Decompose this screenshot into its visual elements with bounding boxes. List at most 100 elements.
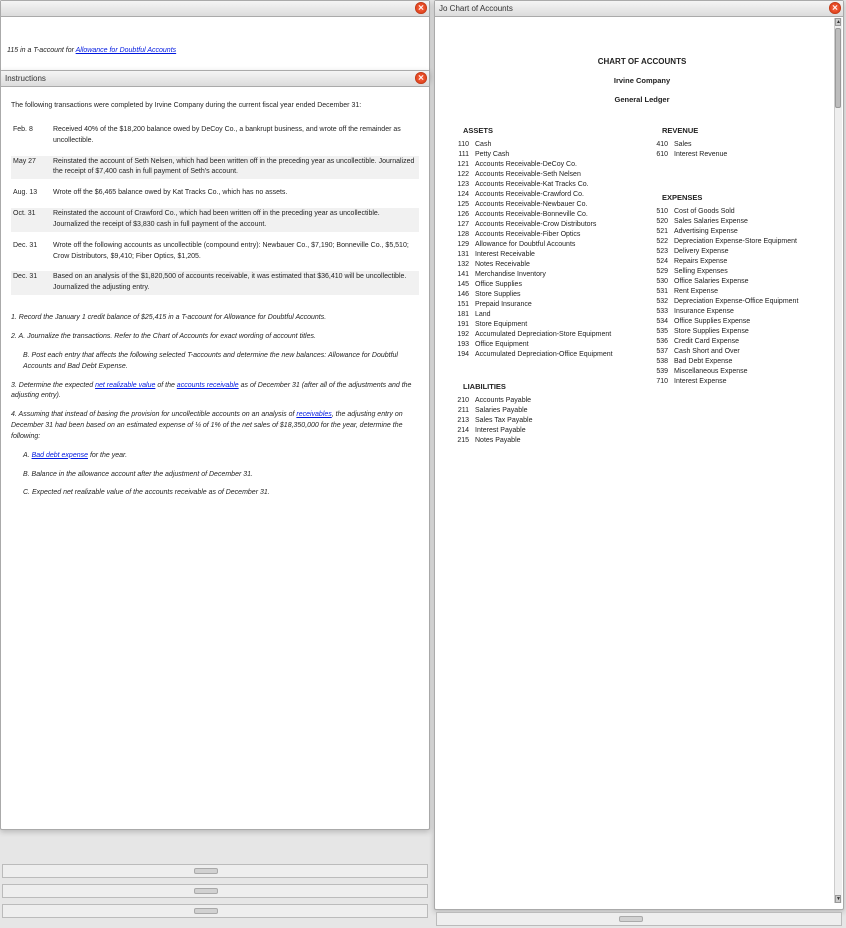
account-row: 524Repairs Expense xyxy=(650,258,833,265)
account-number: 122 xyxy=(451,171,469,178)
account-name: Miscellaneous Expense xyxy=(674,368,833,375)
account-row: 151 Prepaid Insurance xyxy=(451,301,634,308)
vertical-scrollbar[interactable]: ▲ ▼ xyxy=(834,18,842,903)
account-row: 132Notes Receivable xyxy=(451,261,634,268)
h-scroll-handle[interactable] xyxy=(194,908,218,914)
coa-left-col: ASSETS 110Cash111Petty Cash121Accounts R… xyxy=(451,122,634,447)
scroll-up-icon[interactable]: ▲ xyxy=(835,18,841,26)
liabilities-heading: LIABILITIES xyxy=(463,382,634,391)
h-scrollbar[interactable] xyxy=(2,904,428,918)
account-name: Sales Salaries Expense xyxy=(674,218,833,225)
account-row: 539Miscellaneous Expense xyxy=(650,368,833,375)
bad-debt-link[interactable]: Bad debt expense xyxy=(32,452,88,459)
account-number: 127 xyxy=(451,221,469,228)
account-number: 131 xyxy=(451,251,469,258)
account-name: Accounts Receivable-Kat Tracks Co. xyxy=(475,181,634,188)
account-number: 211 xyxy=(451,407,469,414)
account-name: Petty Cash xyxy=(475,151,634,158)
account-name: Prepaid Insurance xyxy=(475,301,634,308)
account-name: Merchandise Inventory xyxy=(475,271,634,278)
transaction-text: Reinstated the account of Crawford Co., … xyxy=(51,208,419,232)
account-name: Interest Expense xyxy=(674,378,833,385)
instructions-title: Instructions xyxy=(5,74,46,83)
instructions-intro: The following transactions were complete… xyxy=(11,101,419,112)
account-number: 536 xyxy=(650,338,668,345)
account-name: Accounts Payable xyxy=(475,397,634,404)
task-4c: C. Expected net realizable value of the … xyxy=(23,488,419,499)
account-number: 213 xyxy=(451,417,469,424)
transaction-date: Feb. 8 xyxy=(11,124,51,148)
account-name: Notes Payable xyxy=(475,437,634,444)
coa-header: Jo Chart of Accounts xyxy=(435,1,843,17)
account-number: 214 xyxy=(451,427,469,434)
coa-columns: ASSETS 110Cash111Petty Cash121Accounts R… xyxy=(451,122,833,447)
scroll-thumb[interactable] xyxy=(835,28,841,108)
account-name: Bad Debt Expense xyxy=(674,358,833,365)
account-row: 521Advertising Expense xyxy=(650,228,833,235)
account-number: 132 xyxy=(451,261,469,268)
h-scrollbar[interactable] xyxy=(2,864,428,878)
account-number: 193 xyxy=(451,341,469,348)
account-row: 529 Selling Expenses xyxy=(650,268,833,275)
account-number: 146 xyxy=(451,291,469,298)
account-row: 110Cash xyxy=(451,141,634,148)
h-scroll-handle[interactable] xyxy=(619,916,643,922)
account-number: 521 xyxy=(650,228,668,235)
account-row: 121Accounts Receivable-DeCoy Co. xyxy=(451,161,634,168)
account-name: Office Supplies Expense xyxy=(674,318,833,325)
account-number: 141 xyxy=(451,271,469,278)
account-number: 126 xyxy=(451,211,469,218)
account-row: 510Cost of Goods Sold xyxy=(650,208,833,215)
account-number: 151 xyxy=(451,301,469,308)
h-scroll-handle[interactable] xyxy=(194,888,218,894)
t4a-pre: A. xyxy=(23,452,32,459)
account-number: 124 xyxy=(451,191,469,198)
task-4b: B. Balance in the allowance account afte… xyxy=(23,470,419,481)
task-2a: 2. A. Journalize the transactions. Refer… xyxy=(11,332,419,343)
transaction-row: Oct. 31Reinstated the account of Crawfor… xyxy=(11,208,419,232)
close-icon[interactable] xyxy=(829,2,841,14)
account-name: Depreciation Expense-Office Equipment xyxy=(674,298,833,305)
transaction-text: Reinstated the account of Seth Nelsen, w… xyxy=(51,156,419,180)
expenses-heading: EXPENSES xyxy=(662,193,833,202)
account-name: Depreciation Expense-Store Equipment xyxy=(674,238,833,245)
transaction-row: Dec. 31Wrote off the following accounts … xyxy=(11,240,419,264)
account-row: 141 Merchandise Inventory xyxy=(451,271,634,278)
account-number: 129 xyxy=(451,241,469,248)
account-row: 211Salaries Payable xyxy=(451,407,634,414)
t3-pre: 3. Determine the expected xyxy=(11,382,95,389)
account-row: 535Store Supplies Expense xyxy=(650,328,833,335)
h-scrollbar[interactable] xyxy=(436,912,842,926)
close-icon[interactable] xyxy=(415,2,427,14)
account-row: 522Depreciation Expense-Store Equipment xyxy=(650,238,833,245)
account-name: Store Supplies xyxy=(475,291,634,298)
transaction-date: Dec. 31 xyxy=(11,240,51,264)
ar-link[interactable]: accounts receivable xyxy=(177,382,239,389)
tasks: 1. Record the January 1 credit balance o… xyxy=(11,313,419,499)
close-icon[interactable] xyxy=(415,72,427,84)
h-scrollbar[interactable] xyxy=(2,884,428,898)
revenue-list: 410Sales610Interest Revenue xyxy=(650,141,833,158)
account-number: 529 xyxy=(650,268,668,275)
chart-of-accounts-panel: Jo Chart of Accounts CHART OF ACCOUNTS I… xyxy=(434,0,844,910)
bg-panel-header xyxy=(1,1,429,17)
account-row: 193Office Equipment xyxy=(451,341,634,348)
coa-right-col: REVENUE 410Sales610Interest Revenue EXPE… xyxy=(650,122,833,447)
task-4: 4. Assuming that instead of basing the p… xyxy=(11,410,419,443)
nrv-link[interactable]: net realizable value xyxy=(95,382,155,389)
account-row: 181Land xyxy=(451,311,634,318)
h-scroll-handle[interactable] xyxy=(194,868,218,874)
account-name: Accounts Receivable-Newbauer Co. xyxy=(475,201,634,208)
scroll-down-icon[interactable]: ▼ xyxy=(835,895,841,903)
receivables-link[interactable]: receivables xyxy=(296,411,331,418)
account-name: Selling Expenses xyxy=(674,268,833,275)
account-name: Allowance for Doubtful Accounts xyxy=(475,241,634,248)
account-row: 533Insurance Expense xyxy=(650,308,833,315)
account-row: 213Sales Tax Payable xyxy=(451,417,634,424)
assets-list: 110Cash111Petty Cash121Accounts Receivab… xyxy=(451,141,634,358)
transaction-date: Aug. 13 xyxy=(11,187,51,200)
account-number: 145 xyxy=(451,281,469,288)
allowance-link[interactable]: Allowance for Doubtful Accounts xyxy=(76,47,177,54)
account-row: 192Accumulated Depreciation-Store Equipm… xyxy=(451,331,634,338)
account-row: 532Depreciation Expense-Office Equipment xyxy=(650,298,833,305)
